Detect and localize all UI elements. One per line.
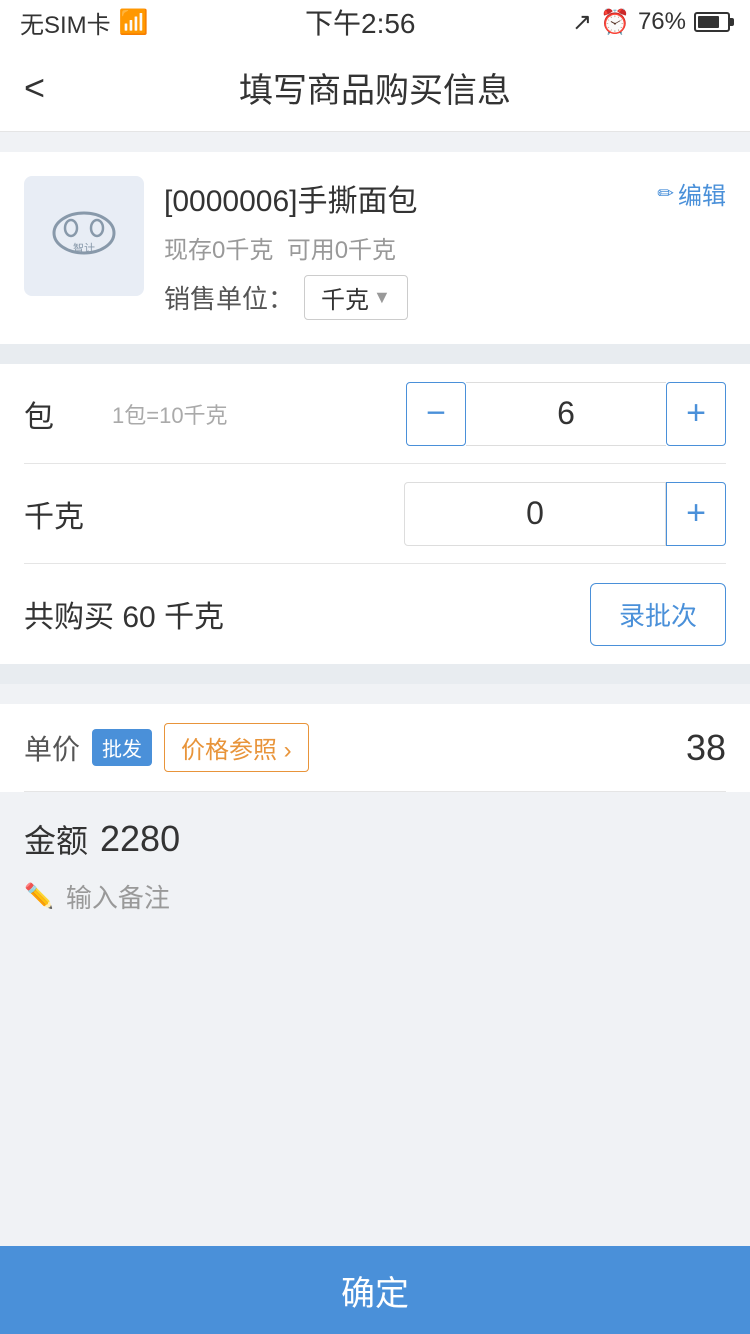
note-row[interactable]: ✏️ 输入备注	[24, 878, 726, 915]
unit-select[interactable]: 千克 ▼	[304, 275, 408, 320]
alarm-icon: ⏰	[600, 8, 630, 37]
package-input[interactable]	[466, 382, 666, 446]
page-title: 填写商品购买信息	[239, 63, 511, 112]
price-label: 单价	[24, 728, 80, 768]
package-input-section: 包 1包=10千克 − + 千克 +	[0, 364, 750, 564]
nav-bar: < 填写商品购买信息	[0, 44, 750, 132]
amount-row: 金额 2280	[24, 816, 726, 862]
total-section: 共购买 60 千克 录批次	[0, 564, 750, 664]
carrier-text: 无SIM卡	[20, 5, 111, 40]
product-info: [0000006]手撕面包 现存0千克 可用0千克 销售单位： 千克 ▼	[164, 176, 726, 320]
price-type-tag: 批发	[92, 729, 152, 766]
price-value: 38	[686, 727, 726, 769]
content-area	[0, 939, 750, 1279]
product-logo: 智计	[49, 208, 119, 264]
package-hint: 1包=10千克	[112, 398, 406, 430]
price-section: 单价 批发 价格参照 › 38	[0, 704, 750, 792]
price-ref-button[interactable]: 价格参照 ›	[164, 723, 309, 772]
section-divider-1	[0, 344, 750, 364]
kg-label: 千克	[24, 492, 104, 536]
battery-text: 76%	[638, 8, 686, 36]
price-row: 单价 批发 价格参照 › 38	[24, 704, 726, 792]
kg-plus-button[interactable]: +	[666, 482, 726, 546]
status-bar: 无SIM卡 📶 下午2:56 ↗ ⏰ 76%	[0, 0, 750, 44]
package-label: 包	[24, 392, 104, 436]
svg-text:智计: 智计	[73, 241, 95, 255]
amount-label: 金额	[24, 816, 88, 862]
product-name: [0000006]手撕面包	[164, 176, 726, 220]
product-card: 智计 [0000006]手撕面包 现存0千克 可用0千克 销售单位： 千克 ▼ …	[0, 152, 750, 344]
kg-quantity-control: +	[404, 482, 726, 546]
status-time: 下午2:56	[305, 2, 416, 42]
package-minus-button[interactable]: −	[406, 382, 466, 446]
package-quantity-control: − +	[406, 382, 726, 446]
package-input-row: 包 1包=10千克 − +	[24, 364, 726, 464]
package-plus-button[interactable]: +	[666, 382, 726, 446]
location-icon: ↗	[572, 8, 592, 37]
record-batch-button[interactable]: 录批次	[590, 583, 726, 646]
amount-section: 金额 2280 ✏️ 输入备注	[0, 792, 750, 939]
wifi-icon: 📶	[119, 8, 149, 37]
note-placeholder[interactable]: 输入备注	[66, 878, 170, 915]
kg-input[interactable]	[404, 482, 666, 546]
status-left: 无SIM卡 📶	[20, 5, 149, 40]
confirm-button-wrapper[interactable]: 确定	[0, 1246, 750, 1334]
section-divider-2	[0, 664, 750, 684]
product-stock: 现存0千克 可用0千克	[164, 230, 726, 265]
kg-input-row: 千克 +	[24, 464, 726, 564]
amount-value: 2280	[100, 818, 180, 860]
battery-icon	[694, 12, 730, 32]
confirm-button-label: 确定	[341, 1266, 409, 1315]
product-unit-row: 销售单位： 千克 ▼	[164, 275, 726, 320]
status-right: ↗ ⏰ 76%	[572, 8, 730, 37]
back-button[interactable]: <	[24, 67, 45, 109]
pencil-icon: ✏️	[24, 882, 54, 911]
product-image: 智计	[24, 176, 144, 296]
total-text: 共购买 60 千克	[24, 592, 590, 636]
edit-button[interactable]: ✏ 编辑	[657, 176, 726, 211]
